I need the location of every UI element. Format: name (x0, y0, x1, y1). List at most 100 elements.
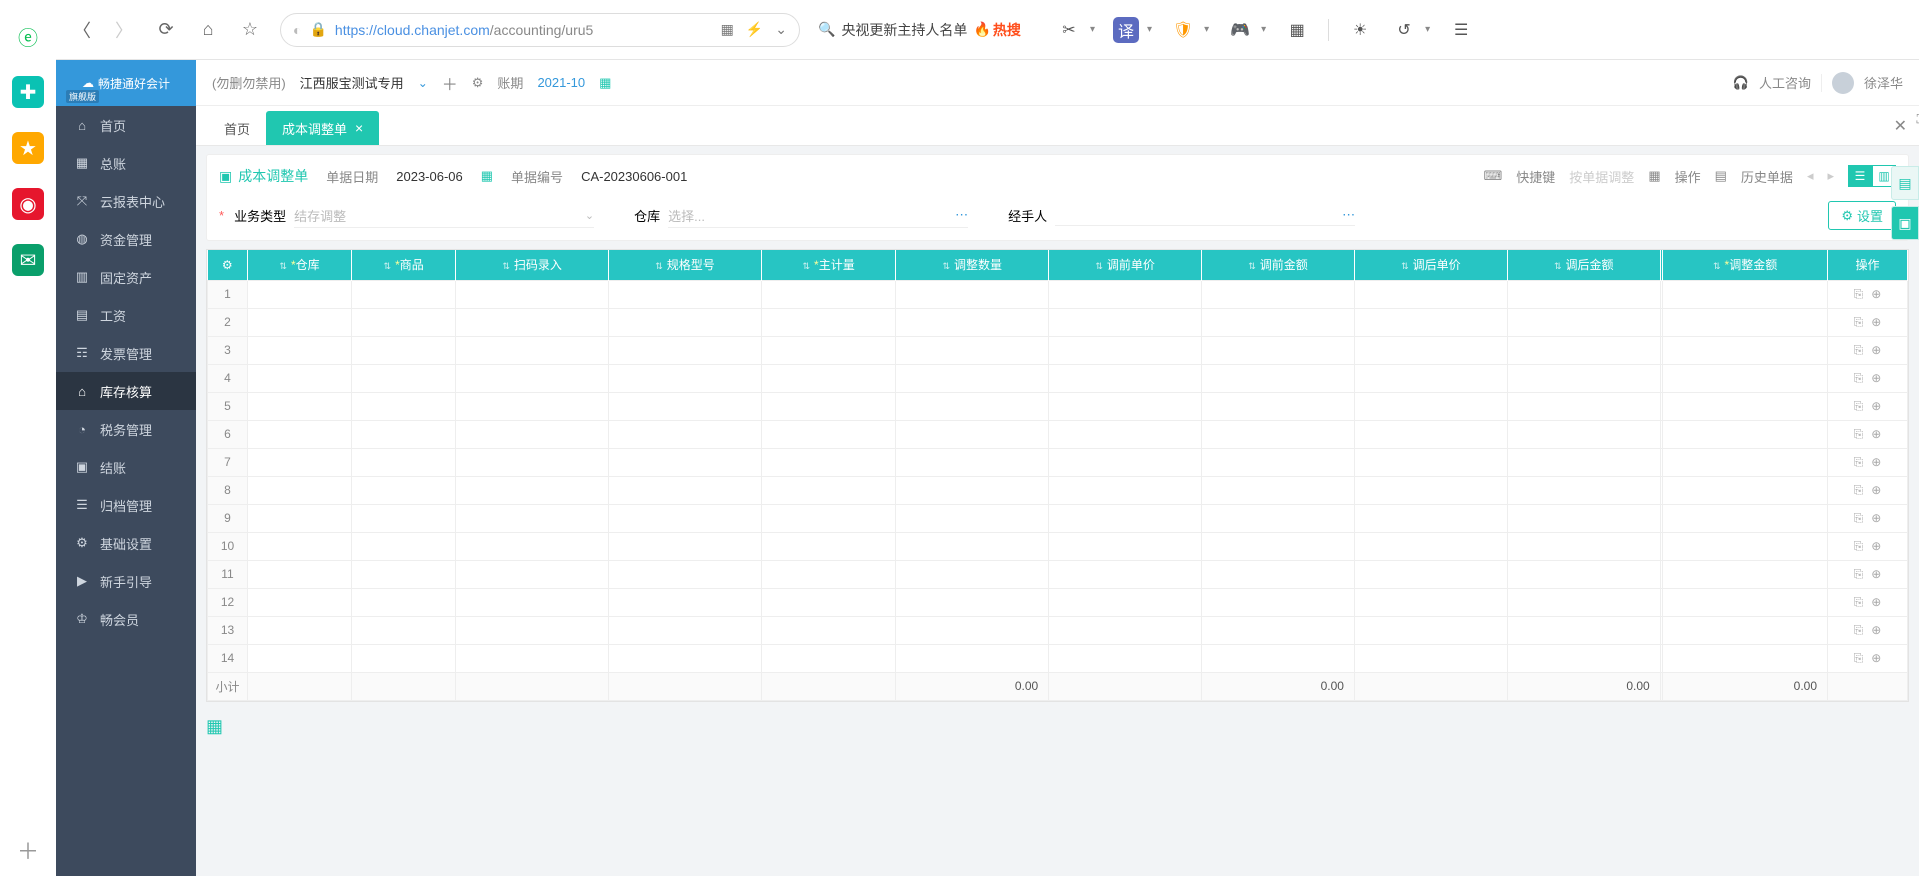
history-icon[interactable]: ▤ (1715, 168, 1727, 184)
row-add-icon[interactable]: ⊕ (1871, 343, 1881, 357)
gamepad-icon[interactable]: 🎮 (1227, 17, 1253, 43)
table-row[interactable]: 9⎘⊕ (208, 504, 1908, 532)
row-add-icon[interactable]: ⊕ (1871, 287, 1881, 301)
handler-select[interactable]: ⋯ (1055, 205, 1355, 226)
row-add-icon[interactable]: ⊕ (1871, 315, 1881, 329)
sidebar-item-6[interactable]: ☶发票管理 (56, 334, 196, 372)
ops-icon[interactable]: ▦ (1648, 168, 1660, 184)
row-copy-icon[interactable]: ⎘ (1854, 315, 1864, 329)
home-icon[interactable]: ⌂ (196, 18, 220, 42)
tab-首页[interactable]: 首页 (208, 111, 266, 145)
table-row[interactable]: 13⎘⊕ (208, 616, 1908, 644)
sidebar-item-9[interactable]: ▣结账 (56, 448, 196, 486)
theme-icon[interactable]: ☀ (1347, 17, 1373, 43)
org-settings-icon[interactable]: ⚙ (472, 75, 484, 91)
qr-icon[interactable]: ▦ (721, 21, 734, 38)
row-copy-icon[interactable]: ⎘ (1854, 483, 1864, 497)
dock-mail-icon[interactable]: ✉ (12, 244, 44, 276)
sidebar-item-0[interactable]: ⌂首页 (56, 106, 196, 144)
row-add-icon[interactable]: ⊕ (1871, 511, 1881, 525)
sidebar-item-1[interactable]: ▦总账 (56, 144, 196, 182)
support-icon[interactable]: 🎧 (1733, 75, 1749, 91)
col-7[interactable]: ⇅调前金额 (1202, 250, 1355, 280)
row-copy-icon[interactable]: ⎘ (1854, 595, 1864, 609)
col-11[interactable]: ⇅*调整金额 (1663, 250, 1828, 280)
shortcut-label[interactable]: 快捷键 (1516, 167, 1555, 186)
hamburger-icon[interactable]: ☰ (1448, 17, 1474, 43)
add-org-icon[interactable]: ＋ (442, 71, 458, 95)
row-copy-icon[interactable]: ⎘ (1854, 455, 1864, 469)
sidebar-item-4[interactable]: ▥固定资产 (56, 258, 196, 296)
view-toggle[interactable]: ☰ ▥ (1848, 165, 1896, 187)
scissors-icon[interactable]: ✂ (1056, 17, 1082, 43)
row-add-icon[interactable]: ⊕ (1871, 623, 1881, 637)
tab-close-icon[interactable]: × (355, 120, 363, 136)
sidebar-item-11[interactable]: ⚙基础设置 (56, 524, 196, 562)
row-add-icon[interactable]: ⊕ (1871, 455, 1881, 469)
dock-note-icon[interactable]: ▤ (1891, 166, 1919, 200)
flash-icon[interactable]: ⚡ (746, 21, 763, 38)
table-row[interactable]: 12⎘⊕ (208, 588, 1908, 616)
row-copy-icon[interactable]: ⎘ (1854, 371, 1864, 385)
user-name[interactable]: 徐泽华 (1864, 73, 1903, 92)
chevron-down-icon[interactable]: ⌄ (775, 21, 787, 38)
hotsearch-badge[interactable]: 🔥 热搜 (973, 20, 1020, 40)
apps-grid-icon[interactable]: ▦ (1284, 17, 1310, 43)
gear-icon[interactable]: ⚙ (222, 258, 233, 272)
row-add-icon[interactable]: ⊕ (1871, 651, 1881, 665)
sidebar-item-2[interactable]: ⤧云报表中心 (56, 182, 196, 220)
biz-type-select[interactable]: 结存调整 ⌄ (294, 204, 594, 228)
row-add-icon[interactable]: ⊕ (1871, 567, 1881, 581)
row-add-icon[interactable]: ⊕ (1871, 483, 1881, 497)
avatar[interactable] (1832, 72, 1854, 94)
table-row[interactable]: 8⎘⊕ (208, 476, 1908, 504)
table-row[interactable]: 10⎘⊕ (208, 532, 1908, 560)
row-add-icon[interactable]: ⊕ (1871, 539, 1881, 553)
calendar-icon[interactable]: ▦ (481, 168, 493, 184)
sidebar-item-12[interactable]: ▶新手引导 (56, 562, 196, 600)
row-copy-icon[interactable]: ⎘ (1854, 539, 1864, 553)
ops-label[interactable]: 操作 (1675, 167, 1701, 186)
warehouse-select[interactable]: 选择... ⋯ (668, 204, 968, 228)
col-0[interactable]: ⇅*仓库 (248, 250, 352, 280)
restore-icon[interactable]: ↺ (1391, 17, 1417, 43)
row-copy-icon[interactable]: ⎘ (1854, 651, 1864, 665)
tab-成本调整单[interactable]: 成本调整单× (266, 111, 379, 145)
sidebar-item-10[interactable]: ☰归档管理 (56, 486, 196, 524)
browser-logo-icon[interactable]: ⓔ (12, 20, 44, 52)
table-row[interactable]: 2⎘⊕ (208, 308, 1908, 336)
sidebar-item-7[interactable]: ⌂库存核算 (56, 372, 196, 410)
translate-icon[interactable]: 译 (1113, 17, 1139, 43)
support-label[interactable]: 人工咨询 (1759, 73, 1811, 92)
period-value[interactable]: 2021-10 (537, 75, 585, 90)
col-3[interactable]: ⇅规格型号 (609, 250, 762, 280)
footer-calendar-icon[interactable]: ▦ (206, 716, 223, 737)
row-copy-icon[interactable]: ⎘ (1854, 511, 1864, 525)
row-copy-icon[interactable]: ⎘ (1854, 567, 1864, 581)
col-9[interactable]: ⇅调后金额 (1507, 250, 1660, 280)
table-row[interactable]: 1⎘⊕ (208, 280, 1908, 308)
table-row[interactable]: 11⎘⊕ (208, 560, 1908, 588)
doc-date-value[interactable]: 2023-06-06 (396, 169, 463, 184)
sidebar-item-8[interactable]: ◔税务管理 (56, 410, 196, 448)
row-add-icon[interactable]: ⊕ (1871, 371, 1881, 385)
app-brand[interactable]: ☁ 畅捷通好会计 旗舰版 (56, 60, 196, 106)
col-5[interactable]: ⇅调整数量 (896, 250, 1049, 280)
col-8[interactable]: ⇅调后单价 (1354, 250, 1507, 280)
col-6[interactable]: ⇅调前单价 (1049, 250, 1202, 280)
dock-app-icon[interactable]: ✚ (12, 76, 44, 108)
row-copy-icon[interactable]: ⎘ (1854, 623, 1864, 637)
sidebar-item-5[interactable]: ▤工资 (56, 296, 196, 334)
more-icon[interactable]: ⋯ (1342, 207, 1355, 223)
nav-next-icon[interactable]: ▸ (1827, 168, 1834, 184)
nav-prev-icon[interactable]: ◂ (1807, 168, 1814, 184)
col-12[interactable]: 操作 (1828, 250, 1908, 280)
close-panel-icon[interactable]: ✕ (1890, 112, 1911, 140)
table-row[interactable]: 4⎘⊕ (208, 364, 1908, 392)
reload-icon[interactable]: ⟳ (154, 18, 178, 42)
dock-star-icon[interactable]: ★ (12, 132, 44, 164)
nav-forward-icon[interactable]: 〉 (112, 18, 136, 42)
dock-doc-icon[interactable]: ▣ (1891, 206, 1919, 240)
shield-icon[interactable]: 🛡 (1170, 17, 1196, 43)
favorite-icon[interactable]: ☆ (238, 18, 262, 42)
